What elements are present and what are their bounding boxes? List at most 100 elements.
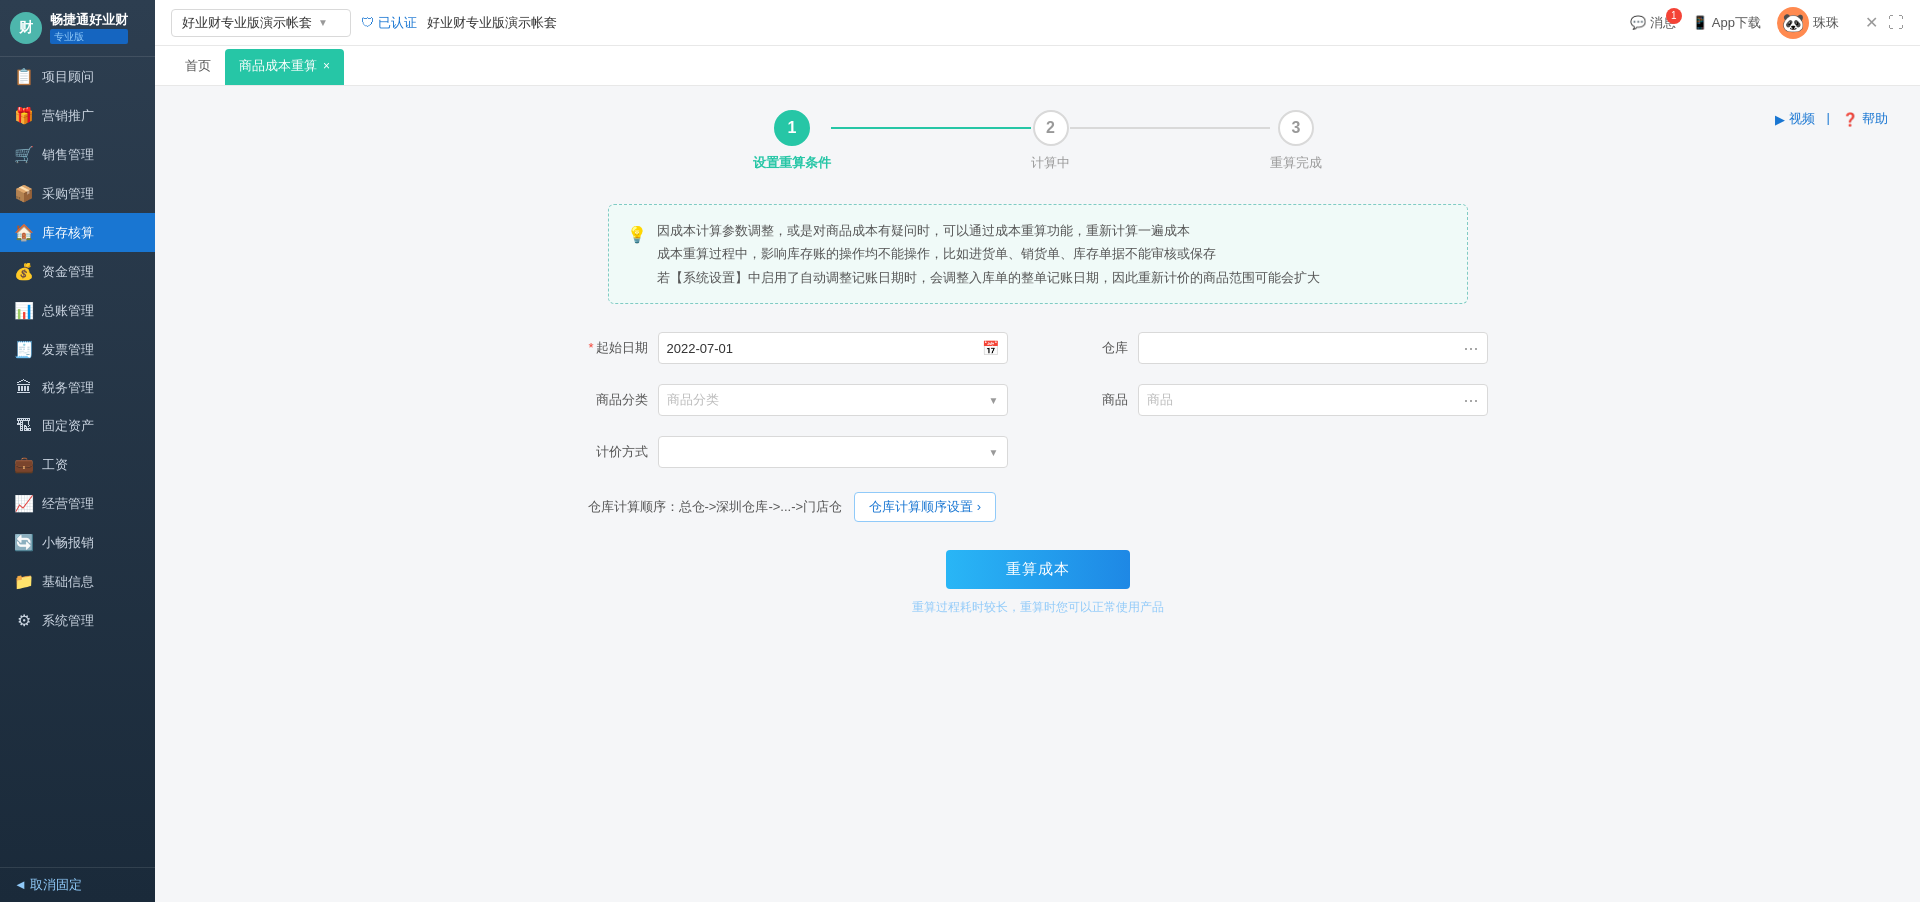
pricing-row: 计价方式 ▼	[588, 436, 1008, 468]
sidebar-item-marketing[interactable]: 🎁 营销推广	[0, 96, 155, 135]
warehouse-more-icon[interactable]: ···	[1463, 338, 1478, 359]
accounting-icon: 📊	[14, 301, 34, 320]
sidebar-item-label: 经营管理	[42, 495, 94, 513]
step-3-label: 重算完成	[1270, 154, 1322, 172]
sidebar-item-label: 发票管理	[42, 341, 94, 359]
logo-text: 畅捷通好业财 专业版	[50, 12, 128, 44]
message-button[interactable]: 💬 消息 1	[1630, 14, 1676, 32]
step-1-num: 1	[788, 119, 797, 137]
required-mark: *	[588, 340, 593, 355]
pricing-dropdown-arrow: ▼	[989, 447, 999, 458]
sidebar-item-finance[interactable]: 💰 资金管理	[0, 252, 155, 291]
message-badge: 1	[1666, 8, 1682, 24]
sidebar-item-expense[interactable]: 🔄 小畅报销	[0, 523, 155, 562]
recalc-button[interactable]: 重算成本	[946, 550, 1130, 589]
sidebar-item-project[interactable]: 📋 项目顾问	[0, 57, 155, 96]
sidebar-item-operation[interactable]: 📈 经营管理	[0, 484, 155, 523]
sales-icon: 🛒	[14, 145, 34, 164]
step-3-num: 3	[1292, 119, 1301, 137]
tab-home[interactable]: 首页	[171, 49, 225, 85]
sidebar-item-salary[interactable]: 💼 工资	[0, 445, 155, 484]
warehouse-order-btn-label: 仓库计算顺序设置 ›	[869, 498, 981, 516]
start-date-field[interactable]	[667, 341, 982, 356]
category-dropdown-arrow: ▼	[989, 395, 999, 406]
topbar-actions: 💬 消息 1 📱 App下载 🐼 珠珠	[1630, 7, 1839, 39]
tab-recalc[interactable]: 商品成本重算 ×	[225, 49, 344, 85]
sidebar-item-purchase[interactable]: 📦 采购管理	[0, 174, 155, 213]
sidebar-item-sales[interactable]: 🛒 销售管理	[0, 135, 155, 174]
project-icon: 📋	[14, 67, 34, 86]
inventory-icon: 🏠	[14, 223, 34, 242]
sidebar-footer-unpin[interactable]: ◄ 取消固定	[0, 867, 155, 902]
step-1: 1 设置重算条件	[753, 110, 831, 172]
sidebar-item-label: 采购管理	[42, 185, 94, 203]
close-button[interactable]: ✕	[1865, 13, 1878, 32]
edition-badge: 专业版	[50, 29, 128, 44]
user-name: 珠珠	[1813, 14, 1839, 32]
sidebar-item-label: 资金管理	[42, 263, 94, 281]
sidebar-item-invoice[interactable]: 🧾 发票管理	[0, 330, 155, 369]
avatar: 🐼	[1777, 7, 1809, 39]
sidebar-item-label: 总账管理	[42, 302, 94, 320]
warehouse-order-setting-btn[interactable]: 仓库计算顺序设置 ›	[854, 492, 996, 522]
salary-icon: 💼	[14, 455, 34, 474]
sidebar-item-label: 库存核算	[42, 224, 94, 242]
sidebar-item-label: 营销推广	[42, 107, 94, 125]
start-date-input[interactable]: 📅	[658, 332, 1008, 364]
sidebar-item-label: 小畅报销	[42, 534, 94, 552]
step-connector-2	[1070, 127, 1270, 129]
product-more-icon[interactable]: ···	[1463, 390, 1478, 411]
verified-text: 已认证	[378, 14, 417, 32]
warehouse-row: 仓库 ···	[1068, 332, 1488, 364]
product-row: 商品 商品 ···	[1068, 384, 1488, 416]
sidebar-nav: 📋 项目顾问 🎁 营销推广 🛒 销售管理 📦 采购管理 🏠 库存核算 💰 资金管…	[0, 57, 155, 867]
shield-icon: 🛡	[361, 15, 374, 30]
phone-icon: 📱	[1692, 15, 1708, 30]
main-area: 好业财专业版演示帐套 ▼ 🛡 已认证 好业财专业版演示帐套 💬 消息 1 📱 A…	[155, 0, 1920, 902]
info-box: 💡 因成本计算参数调整，或是对商品成本有疑问时，可以通过成本重算功能，重新计算一…	[608, 204, 1468, 304]
content-area: ▶ 视频 | ❓ 帮助 1 设置重算条件	[155, 86, 1920, 902]
product-label: 商品	[1068, 391, 1128, 409]
tab-recalc-close[interactable]: ×	[323, 59, 330, 73]
pricing-select[interactable]: ▼	[658, 436, 1008, 468]
steps-inner: 1 设置重算条件 2 计算中 3	[753, 110, 1322, 172]
calendar-icon[interactable]: 📅	[982, 340, 999, 356]
account-selector[interactable]: 好业财专业版演示帐套 ▼	[171, 9, 351, 37]
sidebar-logo: 财 畅捷通好业财 专业版	[0, 0, 155, 57]
assets-icon: 🏗	[14, 417, 34, 435]
sidebar: 财 畅捷通好业财 专业版 📋 项目顾问 🎁 营销推广 🛒 销售管理 📦 采购管理…	[0, 0, 155, 902]
account-dropdown-arrow: ▼	[318, 17, 328, 28]
sidebar-item-accounting[interactable]: 📊 总账管理	[0, 291, 155, 330]
sidebar-item-assets[interactable]: 🏗 固定资产	[0, 407, 155, 445]
category-row: 商品分类 商品分类 ▼	[588, 384, 1008, 416]
product-input[interactable]: 商品 ···	[1138, 384, 1488, 416]
app-download-button[interactable]: 📱 App下载	[1692, 14, 1761, 32]
sidebar-item-basic[interactable]: 📁 基础信息	[0, 562, 155, 601]
account-selector-text: 好业财专业版演示帐套	[182, 14, 312, 32]
account-display-name: 好业财专业版演示帐套	[427, 14, 557, 32]
marketing-icon: 🎁	[14, 106, 34, 125]
warehouse-input[interactable]: ···	[1138, 332, 1488, 364]
info-content: 因成本计算参数调整，或是对商品成本有疑问时，可以通过成本重算功能，重新计算一遍成…	[657, 219, 1320, 289]
warehouse-order-row: 仓库计算顺序：总仓->深圳仓库->...->门店仓 仓库计算顺序设置 ›	[588, 492, 1488, 522]
sidebar-item-inventory[interactable]: 🏠 库存核算	[0, 213, 155, 252]
expense-icon: 🔄	[14, 533, 34, 552]
form-section: *起始日期 📅 仓库 ··· 商品分类 商品分类	[588, 332, 1488, 468]
sidebar-item-system[interactable]: ⚙ 系统管理	[0, 601, 155, 640]
warehouse-order-label: 仓库计算顺序：总仓->深圳仓库->...->门店仓	[588, 498, 843, 516]
sidebar-item-tax[interactable]: 🏛 税务管理	[0, 369, 155, 407]
category-placeholder: 商品分类	[667, 391, 719, 409]
step-2-num: 2	[1046, 119, 1055, 137]
sidebar-item-label: 基础信息	[42, 573, 94, 591]
tab-home-label: 首页	[185, 57, 211, 75]
category-select[interactable]: 商品分类 ▼	[658, 384, 1008, 416]
unpin-label: ◄ 取消固定	[14, 876, 82, 894]
start-date-row: *起始日期 📅	[588, 332, 1008, 364]
tabbar: 首页 商品成本重算 ×	[155, 46, 1920, 86]
logo-icon: 财	[10, 12, 42, 44]
info-line-1: 因成本计算参数调整，或是对商品成本有疑问时，可以通过成本重算功能，重新计算一遍成…	[657, 219, 1320, 242]
user-profile[interactable]: 🐼 珠珠	[1777, 7, 1839, 39]
pricing-label: 计价方式	[588, 443, 648, 461]
tab-recalc-label: 商品成本重算	[239, 57, 317, 75]
maximize-button[interactable]: ⛶	[1888, 14, 1904, 32]
